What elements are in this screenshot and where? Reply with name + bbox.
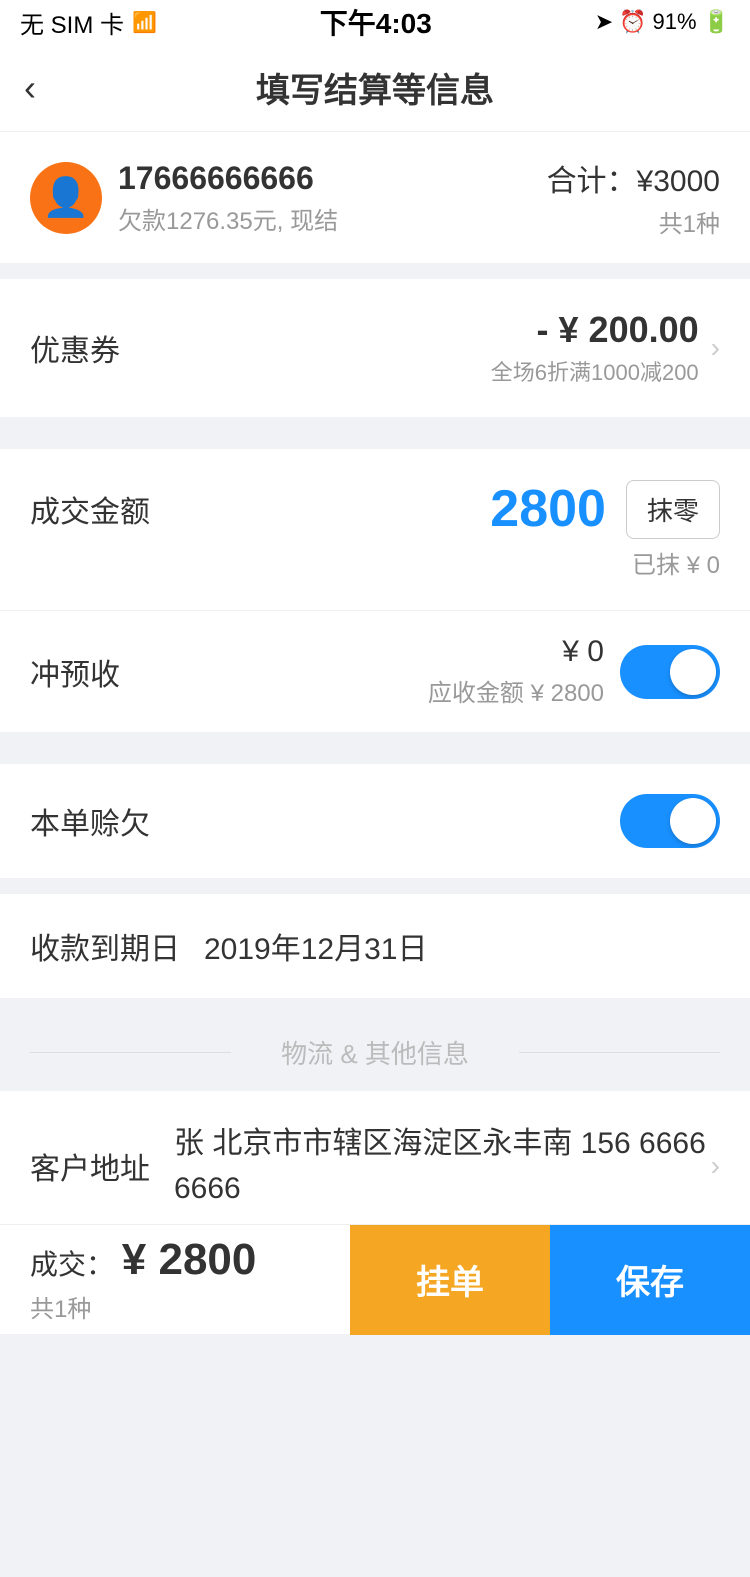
advance-sub: 应收金额 ¥ 2800 <box>428 673 604 708</box>
due-date-label: 收款到期日 <box>30 924 180 968</box>
round-zero-button[interactable]: 抹零 <box>626 480 720 539</box>
section-divider-2 <box>0 748 750 764</box>
advance-amount: ¥ 0 <box>428 635 604 669</box>
amount-row: 成交金额 2800 抹零 <box>30 479 720 539</box>
avatar: 👤 <box>30 162 102 234</box>
status-time: 下午4:03 <box>320 2 432 42</box>
address-chevron-icon: › <box>711 1150 720 1182</box>
bottom-bar: 成交： ¥ 2800 共1种 挂单 保存 <box>0 1224 750 1334</box>
hold-button[interactable]: 挂单 <box>350 1225 550 1335</box>
address-value: 张 北京市市辖区海淀区永丰南 156 6666 6666 <box>174 1121 711 1211</box>
due-date-row: 收款到期日 2019年12月31日 <box>30 924 720 968</box>
wifi-icon: 📶 <box>132 10 157 35</box>
coupon-label: 优惠券 <box>30 326 120 370</box>
bottom-info: 成交： ¥ 2800 共1种 <box>0 1235 350 1324</box>
coupon-right: - ¥ 200.00 全场6折满1000减200 › <box>491 309 720 387</box>
coupon-info: - ¥ 200.00 全场6折满1000减200 <box>491 309 699 387</box>
bottom-deal-label: 成交： <box>30 1249 114 1280</box>
amount-section: 成交金额 2800 抹零 已抹 ¥ 0 <box>0 449 750 610</box>
advance-row: 冲预收 ¥ 0 应收金额 ¥ 2800 <box>0 610 750 732</box>
coupon-row[interactable]: 优惠券 - ¥ 200.00 全场6折满1000减200 › <box>0 279 750 417</box>
customer-phone: 17666666666 <box>118 160 338 197</box>
battery-text: 91% <box>653 9 697 35</box>
location-icon: ➤ <box>595 9 613 35</box>
customer-left: 👤 17666666666 欠款1276.35元, 现结 <box>30 160 338 236</box>
person-icon: 👤 <box>42 179 89 217</box>
amount-label: 成交金额 <box>30 487 150 531</box>
customer-info: 17666666666 欠款1276.35元, 现结 <box>118 160 338 236</box>
nav-bar: ‹ 填写结算等信息 <box>0 44 750 132</box>
amount-right: 2800 抹零 <box>490 479 720 539</box>
logistics-line-right <box>519 1052 720 1053</box>
advance-toggle[interactable] <box>620 645 720 699</box>
no-sim-text: 无 SIM 卡 <box>20 5 124 40</box>
credit-section: 本单赊欠 <box>0 764 750 878</box>
status-bar: 无 SIM 卡 📶 下午4:03 ➤ ⏰ 91% 🔋 <box>0 0 750 44</box>
section-divider-1 <box>0 433 750 449</box>
bottom-amount: ¥ 2800 <box>122 1235 257 1284</box>
back-button[interactable]: ‹ <box>24 67 36 109</box>
status-right: ➤ ⏰ 91% 🔋 <box>595 9 730 35</box>
bottom-count: 共1种 <box>30 1289 320 1324</box>
amount-sub: 已抹 ¥ 0 <box>30 545 720 580</box>
save-button[interactable]: 保存 <box>550 1225 750 1335</box>
customer-row: 👤 17666666666 欠款1276.35元, 现结 合计：¥3000 共1… <box>0 132 750 263</box>
page-title: 填写结算等信息 <box>256 63 494 112</box>
coupon-desc: 全场6折满1000减200 <box>491 355 699 387</box>
credit-toggle-knob <box>670 798 716 844</box>
logistics-divider: 物流 & 其他信息 <box>0 1014 750 1091</box>
advance-label: 冲预收 <box>30 650 120 694</box>
customer-total: 合计：¥3000 <box>547 156 720 200</box>
bottom-deal-row: 成交： ¥ 2800 <box>30 1235 320 1285</box>
advance-right: ¥ 0 应收金额 ¥ 2800 <box>428 635 720 708</box>
logistics-text: 物流 & 其他信息 <box>281 1034 469 1071</box>
advance-info: ¥ 0 应收金额 ¥ 2800 <box>428 635 604 708</box>
chevron-right-icon: › <box>711 332 720 364</box>
status-left: 无 SIM 卡 📶 <box>20 5 157 40</box>
coupon-amount: - ¥ 200.00 <box>491 309 699 351</box>
address-section[interactable]: 客户地址 张 北京市市辖区海淀区永丰南 156 6666 6666 › <box>0 1091 750 1241</box>
logistics-line-left <box>30 1052 231 1053</box>
alarm-icon: ⏰ <box>619 9 646 35</box>
advance-toggle-knob <box>670 649 716 695</box>
battery-icon: 🔋 <box>703 9 730 35</box>
due-date-value: 2019年12月31日 <box>204 924 427 968</box>
credit-label: 本单赊欠 <box>30 799 150 843</box>
customer-count: 共1种 <box>547 204 720 239</box>
amount-value: 2800 <box>490 479 606 539</box>
due-date-section: 收款到期日 2019年12月31日 <box>0 894 750 998</box>
customer-debt: 欠款1276.35元, 现结 <box>118 201 338 236</box>
customer-right: 合计：¥3000 共1种 <box>547 156 720 239</box>
address-label: 客户地址 <box>30 1144 150 1188</box>
credit-toggle[interactable] <box>620 794 720 848</box>
main-content: 👤 17666666666 欠款1276.35元, 现结 合计：¥3000 共1… <box>0 132 750 1577</box>
